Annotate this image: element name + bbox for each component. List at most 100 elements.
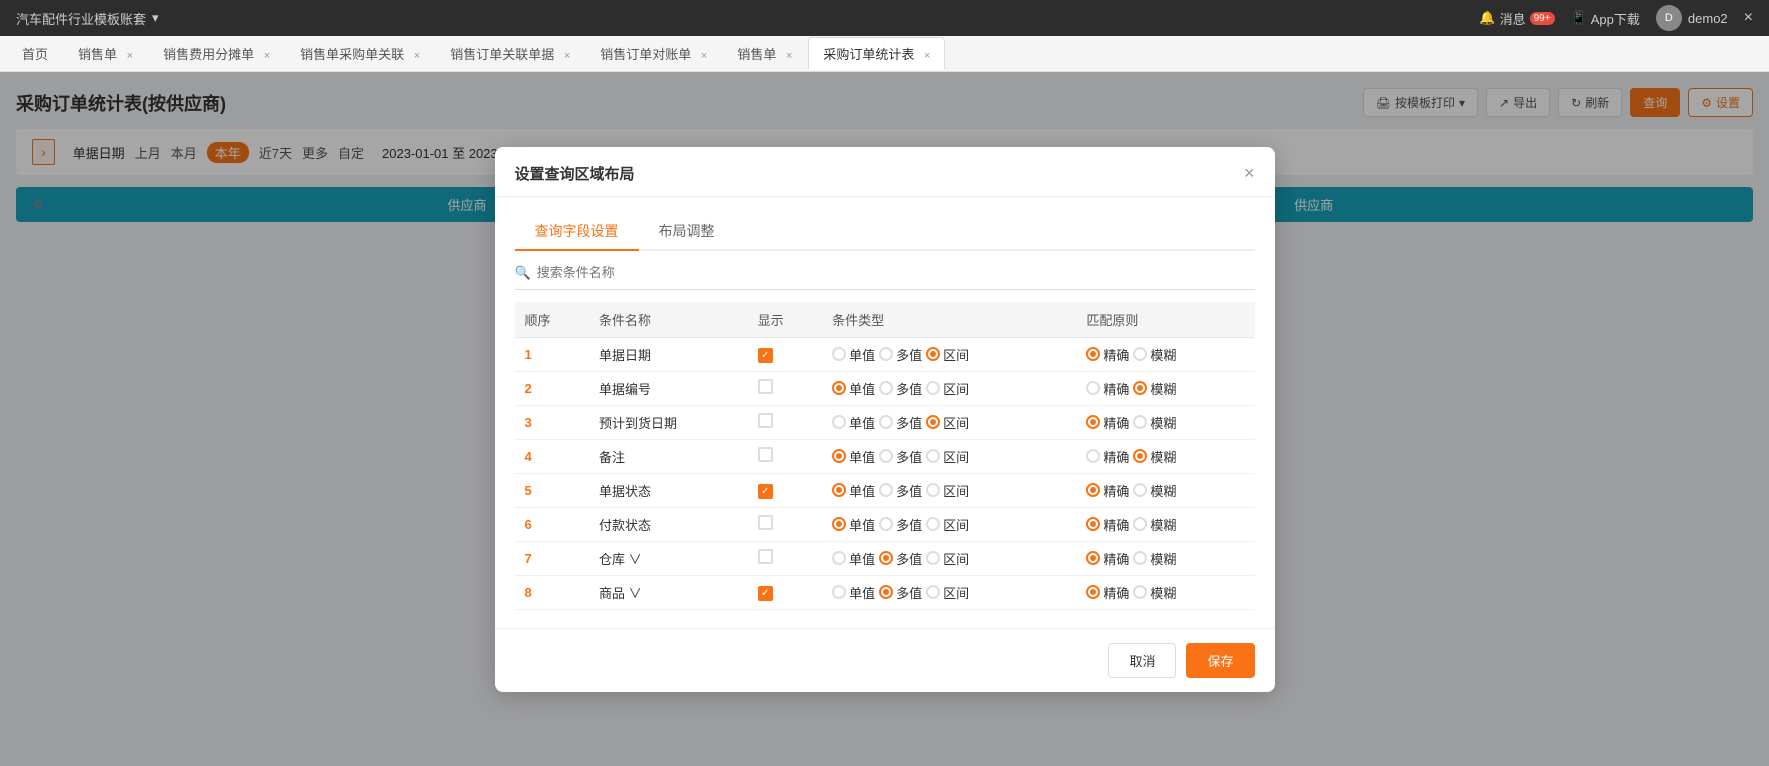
tab-sales-reconcile[interactable]: 销售订单对账单 ×: [586, 38, 721, 69]
user-area[interactable]: D demo2: [1656, 5, 1728, 31]
type-radio-区间[interactable]: 区间: [926, 345, 969, 364]
type-radio-区间[interactable]: 区间: [926, 413, 969, 432]
radio-label: 精确: [1103, 447, 1129, 466]
dialog-tab-layout[interactable]: 布局调整: [639, 213, 735, 249]
radio-label: 区间: [943, 345, 969, 364]
match-radio-精确[interactable]: 精确: [1086, 481, 1129, 500]
match-radio-模糊[interactable]: 模糊: [1133, 379, 1176, 398]
display-checkbox[interactable]: [758, 413, 773, 428]
type-radio-多值[interactable]: 多值: [879, 583, 922, 602]
radio-label: 模糊: [1150, 345, 1176, 364]
display-checkbox[interactable]: ✓: [758, 484, 773, 499]
match-radio-模糊[interactable]: 模糊: [1133, 481, 1176, 500]
type-radio-单值[interactable]: 单值: [832, 583, 875, 602]
cancel-button[interactable]: 取消: [1108, 643, 1176, 678]
tab-home[interactable]: 首页: [8, 38, 62, 69]
radio-circle: [879, 483, 893, 497]
tab-sales-purchase[interactable]: 销售单采购单关联 ×: [286, 38, 434, 69]
radio-label: 模糊: [1150, 515, 1176, 534]
match-radio-模糊[interactable]: 模糊: [1133, 413, 1176, 432]
radio-circle: [832, 585, 846, 599]
type-radio-单值[interactable]: 单值: [832, 379, 875, 398]
dialog-tab-fields[interactable]: 查询字段设置: [515, 213, 639, 249]
type-radio-区间[interactable]: 区间: [926, 379, 969, 398]
match-radio-精确[interactable]: 精确: [1086, 515, 1129, 534]
row-display-cell: [748, 405, 822, 439]
dialog-tab-bar: 查询字段设置 布局调整: [515, 213, 1255, 251]
radio-label: 多值: [896, 549, 922, 568]
radio-circle: [1086, 517, 1100, 531]
th-display: 显示: [748, 302, 822, 338]
display-checkbox[interactable]: ✓: [758, 348, 773, 363]
radio-circle: [926, 347, 940, 361]
row-order: 1: [515, 337, 589, 371]
display-checkbox[interactable]: [758, 379, 773, 394]
download-area[interactable]: 📱 App下载: [1571, 9, 1640, 28]
type-radio-多值[interactable]: 多值: [879, 345, 922, 364]
notification-label: 消息: [1500, 9, 1526, 28]
save-button[interactable]: 保存: [1186, 643, 1254, 678]
dropdown-icon[interactable]: ▾: [152, 10, 159, 26]
tab-sales[interactable]: 销售单 ×: [64, 38, 147, 69]
type-radio-多值[interactable]: 多值: [879, 379, 922, 398]
dialog-title: 设置查询区域布局: [515, 163, 635, 184]
type-radio-单值[interactable]: 单值: [832, 447, 875, 466]
row-type-cell: 单值多值 区间: [822, 575, 1076, 609]
match-radio-模糊[interactable]: 模糊: [1133, 447, 1176, 466]
tab-sales2[interactable]: 销售单 ×: [723, 38, 806, 69]
match-radio-精确[interactable]: 精确: [1086, 413, 1129, 432]
match-radio-精确[interactable]: 精确: [1086, 345, 1129, 364]
display-checkbox[interactable]: [758, 549, 773, 564]
match-radio-模糊[interactable]: 模糊: [1133, 345, 1176, 364]
radio-circle: [926, 449, 940, 463]
radio-label: 模糊: [1150, 413, 1176, 432]
match-radio-精确[interactable]: 精确: [1086, 583, 1129, 602]
top-close-button[interactable]: ×: [1744, 9, 1753, 27]
type-radio-单值[interactable]: 单值: [832, 549, 875, 568]
radio-label: 区间: [943, 583, 969, 602]
dialog-close-button[interactable]: ×: [1244, 164, 1255, 182]
row-match-cell: 精确 模糊: [1076, 575, 1254, 609]
radio-label: 模糊: [1150, 447, 1176, 466]
match-radio-模糊[interactable]: 模糊: [1133, 583, 1176, 602]
search-input[interactable]: [537, 265, 737, 280]
type-radio-单值[interactable]: 单值: [832, 481, 875, 500]
radio-label: 精确: [1103, 481, 1129, 500]
radio-label: 单值: [849, 481, 875, 500]
type-radio-多值[interactable]: 多值: [879, 481, 922, 500]
radio-label: 模糊: [1150, 583, 1176, 602]
radio-label: 精确: [1103, 345, 1129, 364]
type-radio-区间[interactable]: 区间: [926, 549, 969, 568]
th-type: 条件类型: [822, 302, 1076, 338]
type-radio-多值[interactable]: 多值: [879, 413, 922, 432]
type-radio-区间[interactable]: 区间: [926, 447, 969, 466]
tab-purchase-stats[interactable]: 采购订单统计表 ×: [808, 37, 945, 70]
match-radio-精确[interactable]: 精确: [1086, 549, 1129, 568]
notification-area[interactable]: 🔔 消息 99+: [1479, 9, 1554, 28]
match-radio-模糊[interactable]: 模糊: [1133, 515, 1176, 534]
type-radio-区间[interactable]: 区间: [926, 515, 969, 534]
row-order: 9: [515, 609, 589, 612]
match-radio-精确[interactable]: 精确: [1086, 379, 1129, 398]
match-radio-精确[interactable]: 精确: [1086, 447, 1129, 466]
radio-label: 模糊: [1150, 481, 1176, 500]
type-radio-多值[interactable]: 多值: [879, 549, 922, 568]
type-radio-单值[interactable]: 单值: [832, 413, 875, 432]
table-row: 7仓库 ∨单值多值区间精确模糊: [515, 541, 1255, 575]
display-checkbox[interactable]: [758, 515, 773, 530]
dialog-search-area: 🔍: [515, 265, 1255, 290]
row-order: 7: [515, 541, 589, 575]
row-name: 商品 ∨: [589, 575, 748, 609]
type-radio-多值[interactable]: 多值: [879, 447, 922, 466]
match-radio-模糊[interactable]: 模糊: [1133, 549, 1176, 568]
avatar: D: [1656, 5, 1682, 31]
tab-sales-order-related[interactable]: 销售订单关联单据 ×: [436, 38, 584, 69]
type-radio-区间[interactable]: 区间: [926, 481, 969, 500]
display-checkbox[interactable]: [758, 447, 773, 462]
type-radio-区间[interactable]: 区间: [926, 583, 969, 602]
type-radio-单值[interactable]: 单值: [832, 345, 875, 364]
display-checkbox[interactable]: ✓: [758, 586, 773, 601]
type-radio-单值[interactable]: 单值: [832, 515, 875, 534]
type-radio-多值[interactable]: 多值: [879, 515, 922, 534]
tab-sales-expense[interactable]: 销售费用分摊单 ×: [149, 38, 284, 69]
